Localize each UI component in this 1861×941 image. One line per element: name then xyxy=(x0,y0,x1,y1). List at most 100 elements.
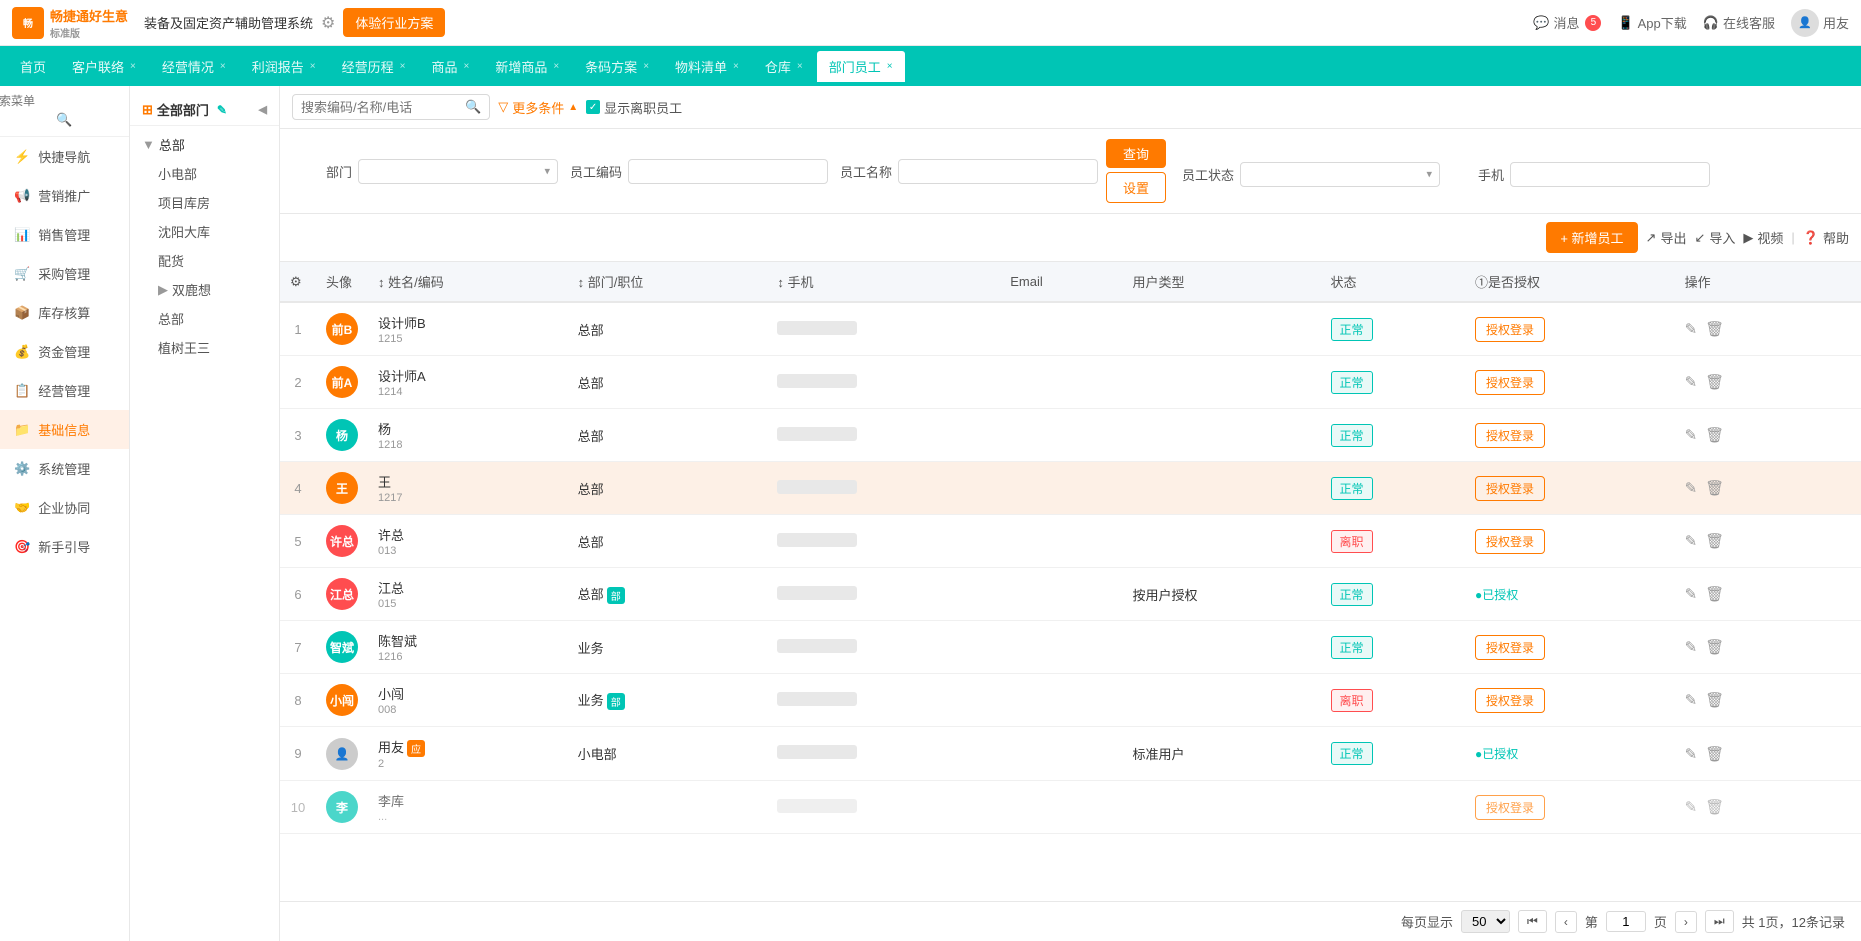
edit-icon[interactable]: ✎ xyxy=(1685,479,1698,497)
sidebar-item-collab[interactable]: 🤝 企业协同 xyxy=(0,488,129,527)
more-conditions-btn[interactable]: ▽ 更多条件 ▲ xyxy=(498,98,578,117)
dept-collapse-btn[interactable]: ◀ xyxy=(259,103,267,116)
delete-icon[interactable]: 🗑 xyxy=(1705,798,1724,816)
query-btn[interactable]: 查询 xyxy=(1106,139,1166,168)
emp-code-input[interactable] xyxy=(628,159,828,184)
tab-new-goods-close[interactable]: × xyxy=(553,61,559,72)
first-page-btn[interactable]: ⏮ xyxy=(1518,910,1547,933)
emp-status-select[interactable] xyxy=(1240,162,1440,187)
trial-btn[interactable]: 体验行业方案 xyxy=(343,8,445,37)
tab-barcode[interactable]: 条码方案 × xyxy=(573,51,661,82)
edit-icon[interactable]: ✎ xyxy=(1685,585,1698,603)
delete-icon[interactable]: 🗑 xyxy=(1705,479,1724,497)
tab-history-close[interactable]: × xyxy=(400,61,406,72)
tab-customer[interactable]: 客户联络 × xyxy=(60,51,148,82)
th-dept[interactable]: ↕ 部门/职位 xyxy=(568,262,768,302)
last-page-btn[interactable]: ⏭ xyxy=(1705,910,1734,933)
message-btn[interactable]: 💬 消息 5 xyxy=(1533,13,1601,32)
edit-icon[interactable]: ✎ xyxy=(1685,798,1698,816)
search-icon[interactable]: 🔍 xyxy=(465,99,481,115)
auth-btn[interactable]: 授权登录 xyxy=(1475,795,1545,820)
tab-operation[interactable]: 经营情况 × xyxy=(150,51,238,82)
delete-icon[interactable]: 🗑 xyxy=(1705,638,1724,656)
auth-btn[interactable]: 授权登录 xyxy=(1475,529,1545,554)
sidebar-item-quick-nav[interactable]: ⚡ 快捷导航 xyxy=(0,137,129,176)
show-resigned-checkbox[interactable]: ✓ xyxy=(586,100,600,114)
auth-btn[interactable]: 授权登录 xyxy=(1475,476,1545,501)
add-emp-btn[interactable]: + 新增员工 xyxy=(1546,222,1637,253)
view-btn[interactable]: ▶ 视频 xyxy=(1743,228,1783,247)
auth-btn[interactable]: 授权登录 xyxy=(1475,635,1545,660)
tab-goods[interactable]: 商品 × xyxy=(419,51,481,82)
sidebar-item-system[interactable]: ⚙️ 系统管理 xyxy=(0,449,129,488)
tab-goods-close[interactable]: × xyxy=(463,61,469,72)
delete-icon[interactable]: 🗑 xyxy=(1705,532,1724,550)
export-btn[interactable]: ↗ 导出 xyxy=(1646,228,1687,247)
tab-bom-close[interactable]: × xyxy=(733,61,739,72)
edit-icon[interactable]: ✎ xyxy=(1685,691,1698,709)
sidebar-search-input[interactable] xyxy=(0,94,130,108)
page-input[interactable] xyxy=(1606,911,1646,932)
show-resigned-label[interactable]: ✓ 显示离职员工 xyxy=(586,98,682,117)
th-gear[interactable]: ⚙ xyxy=(280,262,316,302)
sidebar-item-inventory[interactable]: 📦 库存核算 xyxy=(0,293,129,332)
tab-operation-close[interactable]: × xyxy=(220,61,226,72)
dept-item-project[interactable]: 项目库房 xyxy=(130,188,279,217)
dept-item-shuanglu[interactable]: ▶ 双鹿想 xyxy=(130,275,279,304)
tab-dept-emp-close[interactable]: × xyxy=(887,61,893,72)
dept-group-zongbu[interactable]: ▼ 总部 xyxy=(130,130,279,159)
tab-bom[interactable]: 物料清单 × xyxy=(663,51,751,82)
delete-icon[interactable]: 🗑 xyxy=(1705,745,1724,763)
user-area[interactable]: 👤 用友 xyxy=(1791,9,1849,37)
dept-item-small-elec[interactable]: 小电部 xyxy=(130,159,279,188)
help-btn[interactable]: ❓ 帮助 xyxy=(1803,228,1849,247)
auth-btn[interactable]: 授权登录 xyxy=(1475,688,1545,713)
tab-barcode-close[interactable]: × xyxy=(643,61,649,72)
dept-item-zhisu[interactable]: 植树王三 xyxy=(130,333,279,362)
prev-page-btn[interactable]: ‹ xyxy=(1555,911,1577,933)
dept-item-hq[interactable]: 总部 xyxy=(130,304,279,333)
tab-profit[interactable]: 利润报告 × xyxy=(240,51,328,82)
next-page-btn[interactable]: › xyxy=(1675,911,1697,933)
sidebar-item-basic-info[interactable]: 📁 基础信息 xyxy=(0,410,129,449)
set-btn[interactable]: 设置 xyxy=(1106,172,1166,203)
online-service-btn[interactable]: 🎧 在线客服 xyxy=(1703,13,1775,32)
auth-btn[interactable]: 授权登录 xyxy=(1475,423,1545,448)
search-input[interactable] xyxy=(301,100,461,115)
th-phone[interactable]: ↕ 手机 xyxy=(767,262,1000,302)
edit-icon[interactable]: ✎ xyxy=(1685,426,1698,444)
edit-icon[interactable]: ✎ xyxy=(1685,532,1698,550)
tab-dept-emp[interactable]: 部门员工 × xyxy=(817,51,905,82)
delete-icon[interactable]: 🗑 xyxy=(1705,373,1724,391)
edit-icon[interactable]: ✎ xyxy=(1685,638,1698,656)
tab-warehouse[interactable]: 仓库 × xyxy=(753,51,815,82)
auth-btn[interactable]: 授权登录 xyxy=(1475,317,1545,342)
import-btn[interactable]: ↙ 导入 xyxy=(1694,228,1735,247)
tab-warehouse-close[interactable]: × xyxy=(797,61,803,72)
edit-icon[interactable]: ✎ xyxy=(1685,745,1698,763)
sidebar-item-marketing[interactable]: 📢 营销推广 xyxy=(0,176,129,215)
app-download-btn[interactable]: 📱 App下载 xyxy=(1617,13,1686,32)
sidebar-item-operation[interactable]: 📋 经营管理 xyxy=(0,371,129,410)
dept-edit-icon[interactable]: ✎ xyxy=(217,103,227,117)
edit-icon[interactable]: ✎ xyxy=(1685,373,1698,391)
dept-select[interactable] xyxy=(358,159,558,184)
delete-icon[interactable]: 🗑 xyxy=(1705,691,1724,709)
dept-item-distribution[interactable]: 配货 xyxy=(130,246,279,275)
tab-customer-close[interactable]: × xyxy=(130,61,136,72)
delete-icon[interactable]: 🗑 xyxy=(1705,320,1724,338)
sidebar-item-finance[interactable]: 💰 资金管理 xyxy=(0,332,129,371)
tab-new-goods[interactable]: 新增商品 × xyxy=(483,51,571,82)
edit-icon[interactable]: ✎ xyxy=(1685,320,1698,338)
tab-profit-close[interactable]: × xyxy=(310,61,316,72)
per-page-select[interactable]: 50 xyxy=(1461,910,1510,933)
settings-icon-btn[interactable]: ⚙ xyxy=(321,13,335,33)
delete-icon[interactable]: 🗑 xyxy=(1705,585,1724,603)
dept-item-shenyang[interactable]: 沈阳大库 xyxy=(130,217,279,246)
sidebar-item-guide[interactable]: 🎯 新手引导 xyxy=(0,527,129,566)
tab-history[interactable]: 经营历程 × xyxy=(330,51,418,82)
delete-icon[interactable]: 🗑 xyxy=(1705,426,1724,444)
sidebar-item-purchase[interactable]: 🛒 采购管理 xyxy=(0,254,129,293)
tab-home[interactable]: 首页 xyxy=(8,51,58,82)
th-name[interactable]: ↕ 姓名/编码 xyxy=(368,262,568,302)
